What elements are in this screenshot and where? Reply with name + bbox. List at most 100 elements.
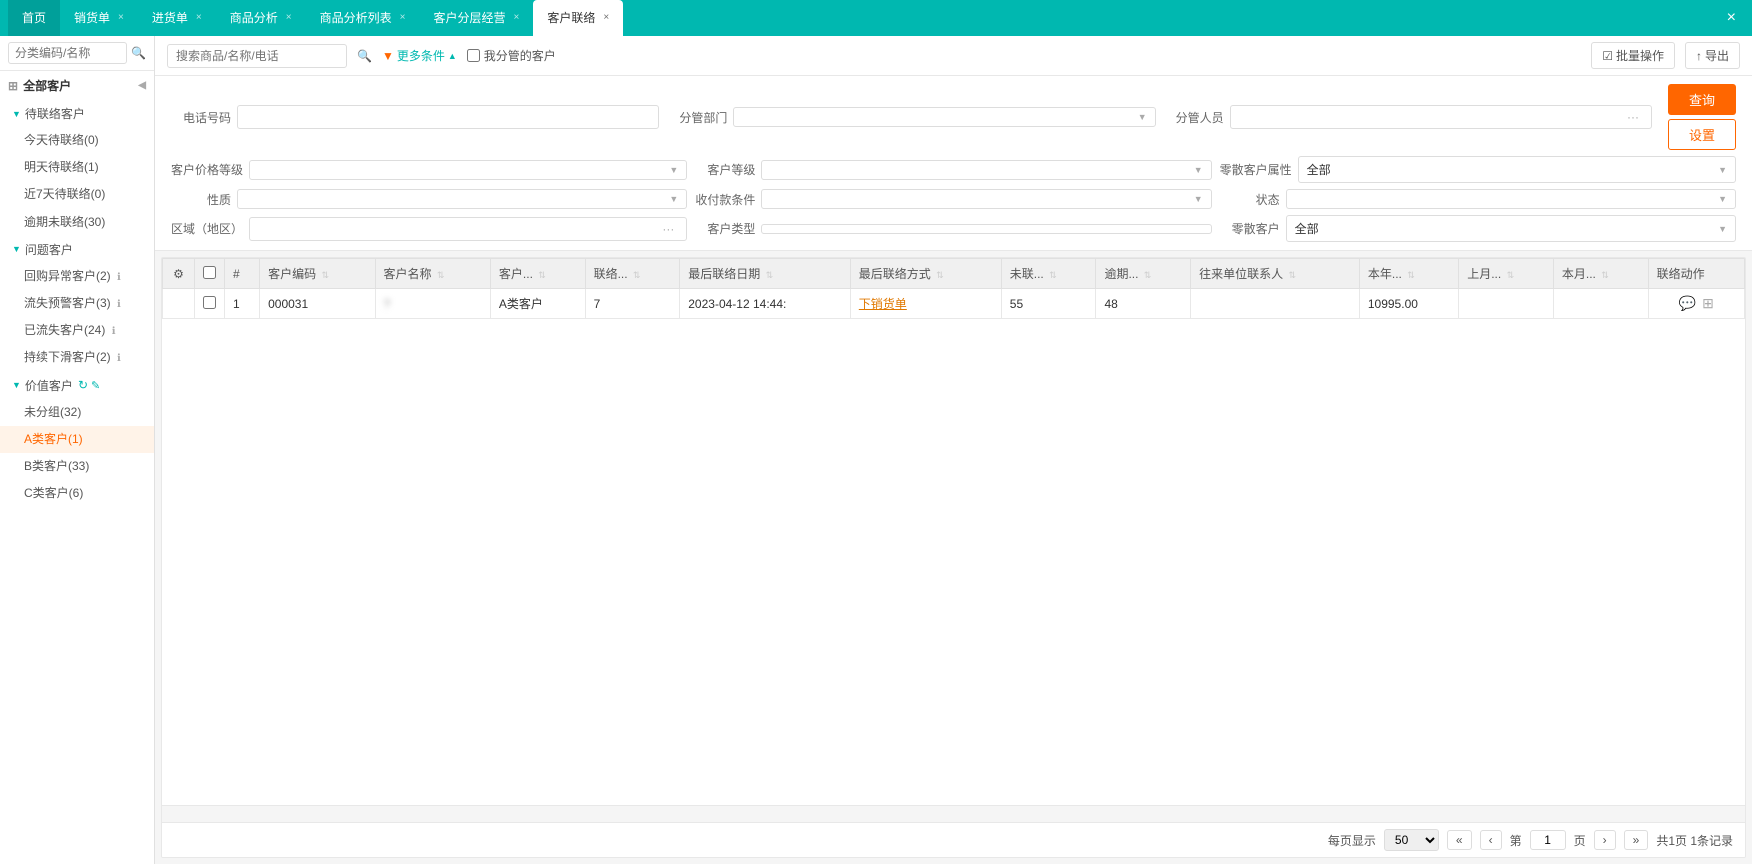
info-icon-2[interactable]: ℹ: [117, 299, 121, 310]
filter-search-input[interactable]: [167, 44, 347, 68]
sidebar-item-c-class[interactable]: C类客户(6): [0, 480, 154, 507]
tab-home[interactable]: 首页: [8, 0, 60, 36]
th-code[interactable]: 客户编码 ⇅: [260, 259, 375, 289]
first-page-btn[interactable]: «: [1447, 830, 1472, 850]
value-customers-group[interactable]: ▼ 价值客户 ↻ ✎: [0, 372, 154, 399]
all-customers-header[interactable]: ⊞ 全部客户 ◀: [0, 71, 154, 100]
tab-sales[interactable]: 销货单 ×: [60, 0, 138, 36]
my-customers-checkbox[interactable]: [467, 49, 480, 62]
th-settings[interactable]: ⚙: [163, 259, 195, 289]
close-sales-tab[interactable]: ×: [118, 0, 124, 36]
select-all-checkbox[interactable]: [203, 266, 216, 279]
info-icon-1[interactable]: ℹ: [117, 272, 121, 283]
td-this-year: 10995.00: [1359, 289, 1458, 319]
sidebar-item-today[interactable]: 今天待联络(0): [0, 127, 154, 154]
status-select[interactable]: ▼: [1286, 189, 1736, 209]
th-name[interactable]: 客户名称 ⇅: [375, 259, 490, 289]
price-grade-field: 客户价格等级 ▼: [171, 160, 687, 180]
area-select[interactable]: ···: [249, 217, 687, 241]
close-customer-contact-tab[interactable]: ×: [603, 0, 609, 36]
payment-select[interactable]: ▼: [761, 189, 1211, 209]
sort-icon-contact: ⇅: [633, 270, 641, 280]
th-this-year[interactable]: 本年... ⇅: [1359, 259, 1458, 289]
my-customers-checkbox-label[interactable]: 我分管的客户: [467, 47, 556, 64]
batch-op-button[interactable]: ☑ 批量操作: [1591, 42, 1675, 69]
tab-product-analysis[interactable]: 商品分析 ×: [216, 0, 306, 36]
sidebar-item-tomorrow[interactable]: 明天待联络(1): [0, 154, 154, 181]
sidebar-search-icon[interactable]: 🔍: [131, 46, 146, 60]
problem-customers-group[interactable]: ▼ 问题客户: [0, 236, 154, 263]
row-checkbox-1[interactable]: [203, 296, 216, 309]
settings-gear-icon[interactable]: ⚙: [173, 267, 184, 281]
sidebar-item-overdue[interactable]: 逾期未联络(30): [0, 209, 154, 236]
th-this-month[interactable]: 本月... ⇅: [1553, 259, 1648, 289]
person-select[interactable]: ···: [1230, 105, 1652, 129]
sidebar-item-lost[interactable]: 已流失客户(24) ℹ: [0, 317, 154, 344]
value-customers-label: 价值客户: [25, 377, 73, 394]
phone-input[interactable]: [237, 105, 659, 129]
close-product-analysis-tab[interactable]: ×: [286, 0, 292, 36]
export-button[interactable]: ↑ 导出: [1685, 42, 1740, 69]
page-size-select[interactable]: 50 20 100: [1384, 829, 1439, 851]
close-purchase-tab[interactable]: ×: [196, 0, 202, 36]
price-grade-select[interactable]: ▼: [249, 160, 687, 180]
info-icon-4[interactable]: ℹ: [117, 353, 121, 364]
th-overdue[interactable]: 逾期... ⇅: [1096, 259, 1191, 289]
content-area: 🔍 ▼ 更多条件 ▲ 我分管的客户 ☑ 批量操作 ↑ 导出: [155, 36, 1752, 864]
th-contact-count[interactable]: 联络... ⇅: [585, 259, 680, 289]
value-edit-icon[interactable]: ✎: [91, 379, 100, 392]
prev-page-btn[interactable]: ‹: [1480, 830, 1502, 850]
tab-purchase[interactable]: 进货单 ×: [138, 0, 216, 36]
person-dots[interactable]: ···: [1623, 110, 1643, 124]
tab-product-analysis-list[interactable]: 商品分析列表 ×: [306, 0, 420, 36]
message-icon[interactable]: 💬: [1679, 295, 1696, 312]
th-unreached[interactable]: 未联... ⇅: [1001, 259, 1096, 289]
value-refresh-icon[interactable]: ↻: [78, 378, 88, 392]
th-last-month[interactable]: 上月... ⇅: [1459, 259, 1554, 289]
nature-select[interactable]: ▼: [237, 189, 687, 209]
close-customer-segment-tab[interactable]: ×: [513, 0, 519, 36]
horizontal-scrollbar[interactable]: [162, 805, 1745, 822]
th-customer-type[interactable]: 客户... ⇅: [490, 259, 585, 289]
th-last-contact-method[interactable]: 最后联络方式 ⇅: [850, 259, 1001, 289]
sidebar-item-loss-warning[interactable]: 流失预警客户(3) ℹ: [0, 290, 154, 317]
sidebar-search-input[interactable]: [8, 42, 127, 64]
pending-contact-group[interactable]: ▼ 待联络客户: [0, 100, 154, 127]
info-icon-3[interactable]: ℹ: [112, 326, 116, 337]
sidebar-item-7days[interactable]: 近7天待联络(0): [0, 181, 154, 208]
td-last-method[interactable]: 下销货单: [850, 289, 1001, 319]
sort-icon-date: ⇅: [766, 270, 774, 280]
tab-customer-segment[interactable]: 客户分层经营 ×: [419, 0, 533, 36]
set-button[interactable]: 设置: [1668, 119, 1736, 150]
th-checkbox[interactable]: [195, 259, 225, 289]
th-last-contact-date[interactable]: 最后联络日期 ⇅: [680, 259, 851, 289]
customer-grade-select[interactable]: ▼: [761, 160, 1211, 180]
last-method-link[interactable]: 下销货单: [859, 297, 907, 311]
tab-customer-contact[interactable]: 客户联络 ×: [533, 0, 623, 36]
window-close-button[interactable]: ×: [1719, 9, 1744, 27]
table-scroll[interactable]: ⚙ # 客户编码 ⇅ 客户名称 ⇅ 客户... ⇅ 联络... ⇅ 最后联络日期…: [162, 258, 1745, 805]
filter-more-btn[interactable]: ▼ 更多条件 ▲: [382, 47, 457, 64]
customer-type-select[interactable]: [761, 224, 1211, 234]
close-product-list-tab[interactable]: ×: [400, 0, 406, 36]
area-dots[interactable]: ···: [658, 222, 678, 236]
sort-icon-name: ⇅: [437, 270, 445, 280]
query-button[interactable]: 查询: [1668, 84, 1736, 115]
dept-select[interactable]: ▼: [733, 107, 1155, 127]
sidebar-item-repurchase-abnormal[interactable]: 回购异常客户(2) ℹ: [0, 263, 154, 290]
filter-search-icon[interactable]: 🔍: [357, 49, 372, 63]
sidebar-item-ungrouped[interactable]: 未分组(32): [0, 399, 154, 426]
sidebar-item-a-class[interactable]: A类客户(1): [0, 426, 154, 453]
sidebar-item-declining[interactable]: 持续下滑客户(2) ℹ: [0, 344, 154, 371]
last-page-btn[interactable]: »: [1624, 830, 1649, 850]
retail-attr-select[interactable]: 全部 ▼: [1298, 156, 1736, 183]
sidebar-item-b-class[interactable]: B类客户(33): [0, 453, 154, 480]
retail-select[interactable]: 全部 ▼: [1286, 215, 1736, 242]
td-checkbox[interactable]: [195, 289, 225, 319]
nature-arrow-icon: ▼: [669, 194, 678, 204]
qr-icon[interactable]: ⊞: [1702, 295, 1714, 312]
page-number-input[interactable]: [1530, 830, 1566, 850]
th-unit-contact[interactable]: 往来单位联系人 ⇅: [1191, 259, 1360, 289]
next-page-btn[interactable]: ›: [1594, 830, 1616, 850]
sidebar-collapse-icon[interactable]: ◀: [138, 80, 146, 91]
